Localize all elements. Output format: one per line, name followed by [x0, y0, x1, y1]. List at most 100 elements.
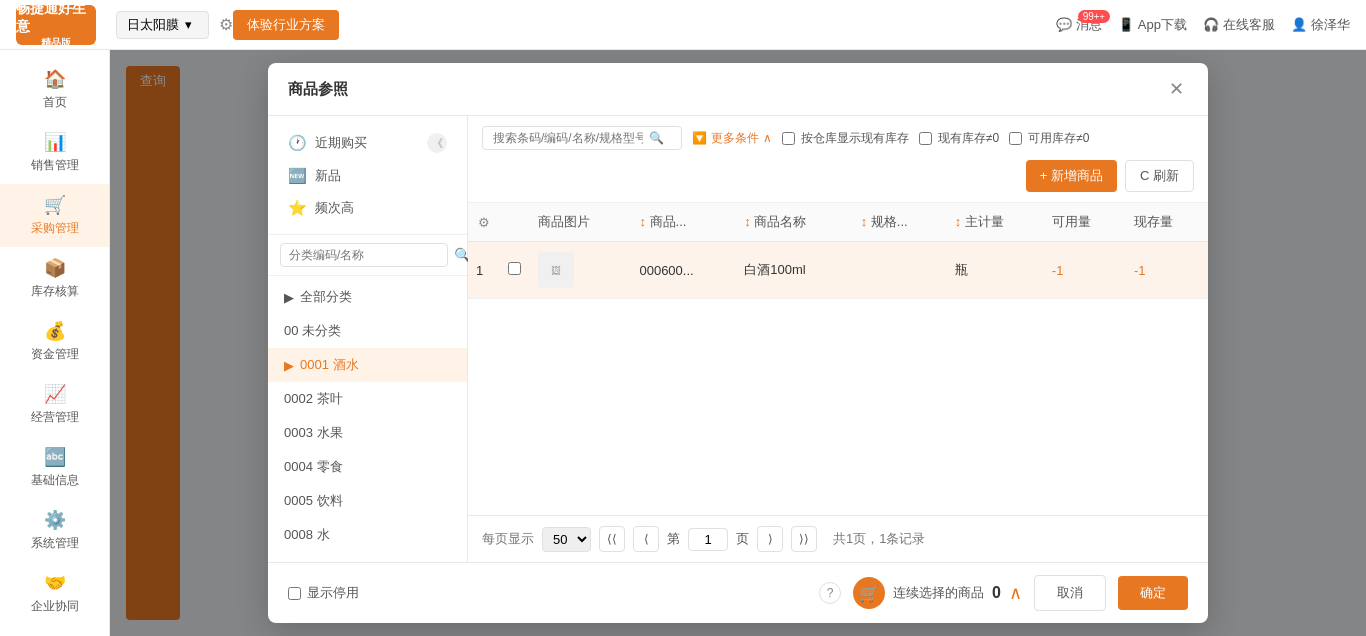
question-icon: ? [827, 586, 834, 600]
prev-page-button[interactable]: ⟨ [633, 526, 659, 552]
product-image: 🖼 [538, 252, 574, 288]
app-download-button[interactable]: 📱 App下载 [1118, 16, 1187, 34]
checkbox-warehouse-stock[interactable]: 按仓库显示现有库存 [782, 130, 909, 147]
user-button[interactable]: 👤 徐泽华 [1291, 16, 1350, 34]
headset-icon: 🎧 [1203, 17, 1219, 32]
messages-button[interactable]: 💬 消息 99++ [1056, 16, 1102, 34]
finance-icon: 💰 [44, 320, 66, 342]
checkbox-available-input[interactable] [1009, 132, 1022, 145]
enterprise-icon: 🤝 [44, 572, 66, 594]
refresh-button[interactable]: C 刷新 [1125, 160, 1194, 192]
row-image: 🖼 [530, 242, 631, 299]
checkbox-nonzero-input[interactable] [919, 132, 932, 145]
category-item-appliance[interactable]: 0010 家电 [268, 552, 467, 562]
sidebar-item-finance[interactable]: 💰 资金管理 [0, 310, 109, 373]
category-liquor-label: 0001 酒水 [300, 356, 359, 374]
category-item-fruit[interactable]: 0003 水果 [268, 416, 467, 450]
settings-col-header[interactable]: ⚙ [468, 203, 500, 242]
gear-button[interactable]: ⚙ [219, 15, 233, 34]
sidebar-inventory-label: 库存核算 [31, 283, 79, 300]
unit-col-header[interactable]: ↕ 主计量 [947, 203, 1044, 242]
category-search-input[interactable] [280, 243, 448, 267]
cart-collapse-button[interactable]: ∧ [1009, 582, 1022, 604]
category-item-water[interactable]: 0008 水 [268, 518, 467, 552]
sidebar-basic-label: 基础信息 [31, 472, 79, 489]
store-selector[interactable]: 日太阳膜 ▾ [116, 11, 209, 39]
modal-close-button[interactable]: ✕ [1164, 77, 1188, 101]
sidebar-item-basic-info[interactable]: 🔤 基础信息 [0, 436, 109, 499]
inventory-icon: 📦 [44, 257, 66, 279]
table-panel: 🔍 🔽 更多条件 ∧ 按仓库显示现有库存 [468, 116, 1208, 562]
first-page-button[interactable]: ⟨⟨ [599, 526, 625, 552]
next-page-button[interactable]: ⟩ [757, 526, 783, 552]
code-col-header[interactable]: ↕ 商品... [631, 203, 736, 242]
sidebar-operations-label: 经营管理 [31, 409, 79, 426]
sidebar-finance-label: 资金管理 [31, 346, 79, 363]
sidebar-item-sales[interactable]: 📊 销售管理 [0, 121, 109, 184]
product-search-input[interactable] [493, 131, 643, 145]
row-code: 000600... [631, 242, 736, 299]
code-col-label: 商品... [650, 214, 687, 229]
total-pages-info: 共1页，1条记录 [833, 530, 925, 548]
category-list: ▶ 全部分类 00 未分类 ▶ 0001 酒水 0002 茶 [268, 276, 467, 562]
store-dropdown-icon: ▾ [185, 17, 192, 32]
image-col-label: 商品图片 [538, 214, 590, 229]
expand-liquor-icon: ▶ [284, 358, 294, 373]
modal-header: 商品参照 ✕ [268, 63, 1208, 116]
category-fruit-label: 0003 水果 [284, 424, 343, 442]
trial-button[interactable]: 体验行业方案 [233, 10, 339, 40]
sidebar-item-inventory[interactable]: 📦 库存核算 [0, 247, 109, 310]
collapse-button[interactable]: 《 [427, 133, 447, 153]
online-service-button[interactable]: 🎧 在线客服 [1203, 16, 1275, 34]
cart-label: 连续选择的商品 [893, 584, 984, 602]
layout: 🏠 首页 📊 销售管理 🛒 采购管理 📦 库存核算 💰 资金管理 📈 经营管理 … [0, 50, 1366, 636]
category-item-all[interactable]: ▶ 全部分类 [268, 280, 467, 314]
modal-footer: 显示停用 ? 🛒 连续选择的商品 0 ∧ 取消 确定 [268, 562, 1208, 623]
table-row[interactable]: 1 🖼 [468, 242, 1208, 299]
category-item-liquor[interactable]: ▶ 0001 酒水 [268, 348, 467, 382]
home-icon: 🏠 [44, 68, 66, 90]
cart-count: 0 [992, 584, 1001, 602]
sidebar-item-operations[interactable]: 📈 经营管理 [0, 373, 109, 436]
name-sort-icon: ↕ [744, 214, 751, 229]
sidebar-item-home[interactable]: 🏠 首页 [0, 58, 109, 121]
confirm-button[interactable]: 确定 [1118, 576, 1188, 610]
page-number-input[interactable] [688, 528, 728, 551]
category-item-tea[interactable]: 0002 茶叶 [268, 382, 467, 416]
category-item-beverage[interactable]: 0005 饮料 [268, 484, 467, 518]
checkbox-warehouse-stock-input[interactable] [782, 132, 795, 145]
filter-button[interactable]: 🔽 更多条件 ∧ [692, 130, 772, 147]
checkbox-available-label: 可用库存≠0 [1028, 130, 1089, 147]
stock-col-header[interactable]: 现存量 [1126, 203, 1208, 242]
row-checkbox[interactable] [500, 242, 530, 299]
sidebar-item-system[interactable]: ⚙️ 系统管理 [0, 499, 109, 562]
quick-item-recent[interactable]: 🕐 近期购买 《 [280, 126, 455, 160]
checkbox-nonzero-stock[interactable]: 现有库存≠0 [919, 130, 999, 147]
quick-item-frequent[interactable]: ⭐ 频次高 [280, 192, 455, 224]
row-checkbox-input[interactable] [508, 262, 521, 275]
show-disabled-checkbox[interactable] [288, 587, 301, 600]
cancel-button[interactable]: 取消 [1034, 575, 1106, 611]
available-col-header[interactable]: 可用量 [1044, 203, 1126, 242]
checkbox-available-stock[interactable]: 可用库存≠0 [1009, 130, 1089, 147]
name-col-header[interactable]: ↕ 商品名称 [736, 203, 853, 242]
product-search-box[interactable]: 🔍 [482, 126, 682, 150]
category-item-snack[interactable]: 0004 零食 [268, 450, 467, 484]
modal-title: 商品参照 [288, 80, 348, 99]
add-product-button[interactable]: + 新增商品 [1026, 160, 1117, 192]
help-button[interactable]: ? [819, 582, 841, 604]
category-item-uncategorized[interactable]: 00 未分类 [268, 314, 467, 348]
sidebar-item-enterprise[interactable]: 🤝 企业协同 [0, 562, 109, 625]
quick-item-new[interactable]: 🆕 新品 [280, 160, 455, 192]
per-page-select[interactable]: 50 [542, 527, 591, 552]
purchase-icon: 🛒 [44, 194, 66, 216]
show-disabled-toggle[interactable]: 显示停用 [288, 584, 359, 602]
spec-col-header[interactable]: ↕ 规格... [853, 203, 947, 242]
last-page-button[interactable]: ⟩⟩ [791, 526, 817, 552]
sidebar-item-purchase[interactable]: 🛒 采购管理 [0, 184, 109, 247]
sidebar-item-guide[interactable]: 🔰 新手引导 [0, 625, 109, 636]
stock-col-label: 现存量 [1134, 214, 1173, 229]
code-sort-icon: ↕ [639, 214, 646, 229]
sidebar-purchase-label: 采购管理 [31, 220, 79, 237]
category-tea-label: 0002 茶叶 [284, 390, 343, 408]
